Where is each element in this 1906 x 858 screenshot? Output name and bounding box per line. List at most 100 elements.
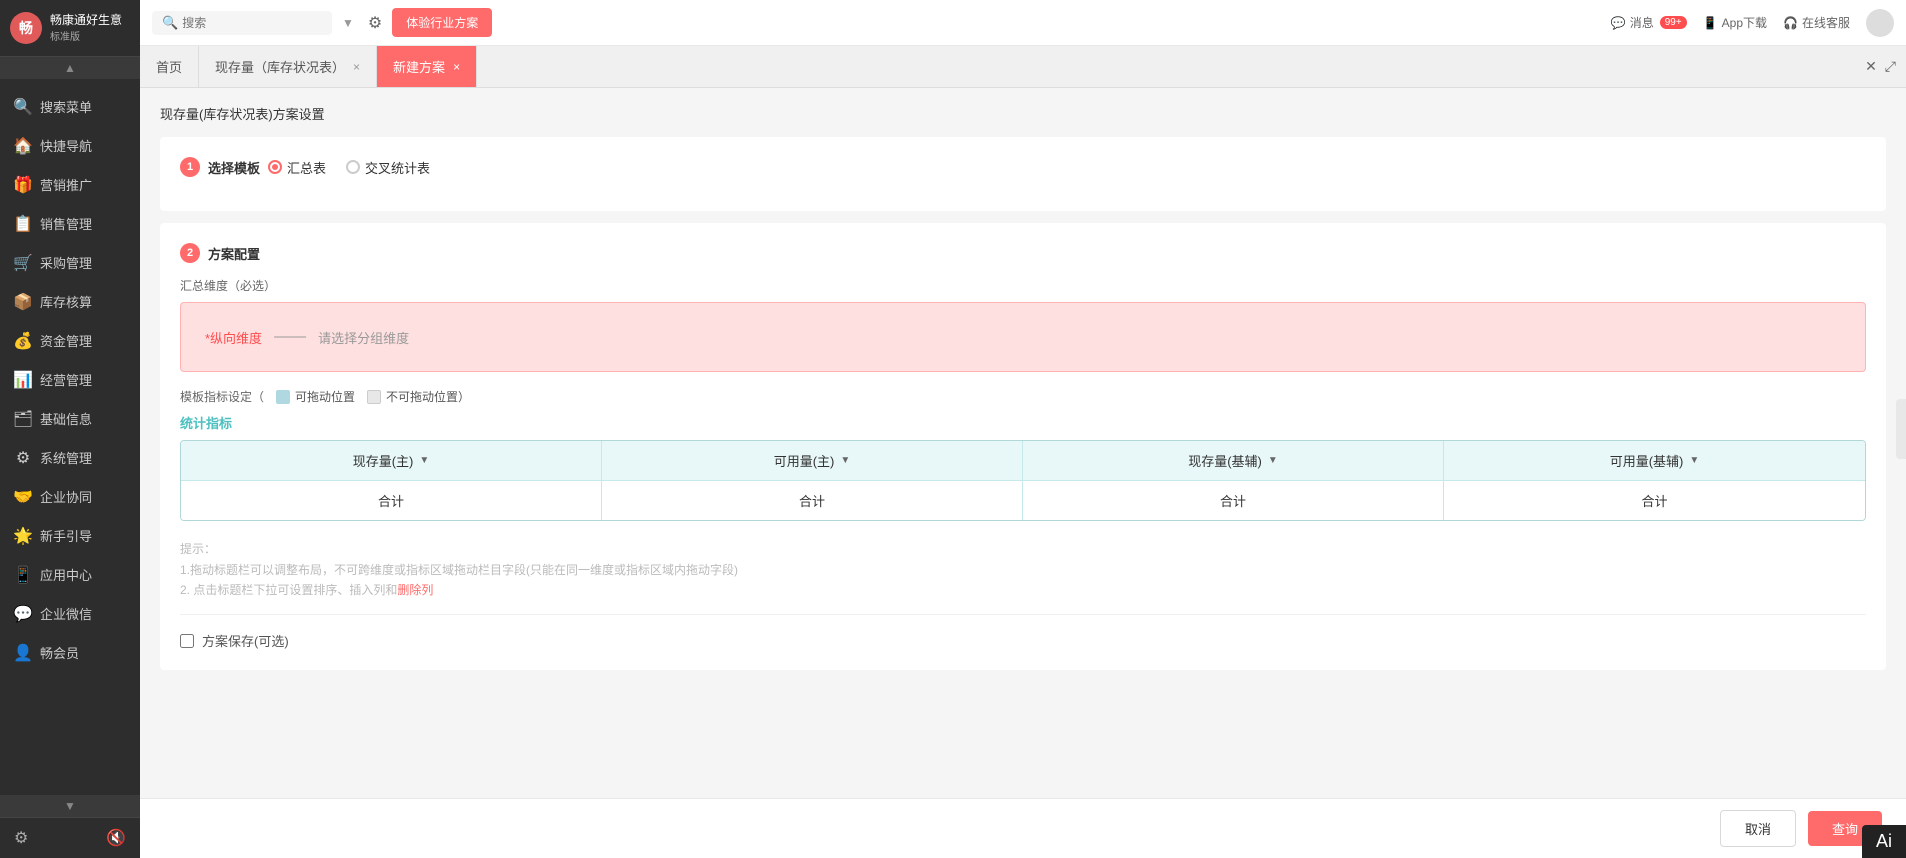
stats-col-2-chevron[interactable]: ▼ [1268, 455, 1278, 466]
dimension-required-mark: *纵向维度 [205, 328, 262, 347]
sidebar-icon-basic-info: 🗂 [14, 410, 32, 428]
sidebar-item-app-center[interactable]: 📱应用中心 [0, 555, 140, 594]
dimension-box[interactable]: *纵向维度 —— 请选择分组维度 [180, 302, 1866, 372]
topbar: 🔍 ▼ ⚙ 体验行业方案 💬 消息 99+ 📱 App下载 🎧 在线客服 [140, 0, 1906, 46]
ai-badge[interactable]: Ai [1862, 825, 1906, 858]
indicator-settings-row: 模板指标设定（ 可拖动位置 不可拖动位置） [180, 388, 1866, 405]
topbar-chevron-icon[interactable]: ▼ [342, 16, 354, 30]
tips-title: 提示： [180, 540, 1866, 557]
non-draggable-label: 不可拖动位置） [386, 388, 470, 405]
stats-col-3-label: 可用量(基辅) [1610, 451, 1684, 470]
draggable-label: 可拖动位置 [295, 388, 355, 405]
sidebar-item-newbie[interactable]: 🌟新手引导 [0, 516, 140, 555]
dimension-separator: —— [274, 328, 306, 346]
stats-table: 现存量(主)▼可用量(主)▼现存量(基辅)▼可用量(基辅)▼ 合计合计合计合计 [180, 440, 1866, 521]
sidebar-label-basic-info: 基础信息 [40, 409, 92, 428]
tab-inventory-close-icon[interactable]: × [353, 60, 360, 74]
search-icon: 🔍 [162, 15, 178, 31]
sidebar-label-wechat: 企业微信 [40, 604, 92, 623]
online-service-group[interactable]: 🎧 在线客服 [1783, 14, 1850, 31]
tab-inventory-label: 现存量（库存状况表） [215, 57, 345, 76]
sidebar-icon-finance: 💰 [14, 332, 32, 350]
stats-col-0-header[interactable]: 现存量(主)▼ [181, 441, 602, 480]
radio-cross[interactable]: 交叉统计表 [346, 158, 430, 177]
tips-highlight: 删除列 [397, 583, 433, 597]
stats-col-2-header[interactable]: 现存量(基辅) ▼ [1023, 441, 1444, 480]
message-group[interactable]: 💬 消息 99+ [1611, 14, 1687, 31]
sidebar-label-app-center: 应用中心 [40, 565, 92, 584]
search-input[interactable] [182, 16, 312, 30]
step1-num: 1 [180, 157, 200, 177]
sidebar-item-purchase[interactable]: 🛒采购管理 [0, 243, 140, 282]
stats-col-1-chevron[interactable]: ▼ [840, 455, 850, 466]
sidebar-item-inventory[interactable]: 📦库存核算 [0, 282, 140, 321]
logo-badge: 标准版 [50, 28, 122, 43]
stats-table-header: 现存量(主)▼ 可用量(主) ▼ 现存量(基辅) ▼ 可用量(基辅) ▼ [181, 441, 1865, 480]
sidebar-item-search-menu[interactable]: 🔍搜索菜单 [0, 87, 140, 126]
sidebar-item-operation[interactable]: 📊经营管理 [0, 360, 140, 399]
sidebar-icon-wechat: 💬 [14, 605, 32, 623]
user-avatar[interactable] [1866, 9, 1894, 37]
step2-title: 方案配置 [208, 244, 260, 263]
tab-close-all-icon[interactable]: ✕ [1865, 58, 1877, 75]
app-download-group[interactable]: 📱 App下载 [1703, 14, 1767, 31]
sidebar-item-enterprise[interactable]: 🤝企业协同 [0, 477, 140, 516]
step1-label: 1 选择模板 汇总表 交叉统计表 [180, 157, 1866, 177]
cancel-button[interactable]: 取消 [1720, 810, 1796, 847]
tab-fullscreen-icon[interactable]: ⤢ [1885, 58, 1896, 75]
dimension-placeholder: 请选择分组维度 [318, 328, 409, 347]
sidebar-item-finance[interactable]: 💰资金管理 [0, 321, 140, 360]
sidebar-label-search-menu: 搜索菜单 [40, 97, 92, 116]
tab-new-plan-close-icon[interactable]: × [453, 60, 460, 74]
online-service-label: 在线客服 [1802, 14, 1850, 31]
save-checkbox[interactable] [180, 634, 194, 648]
save-label: 方案保存(可选) [202, 631, 289, 650]
right-slider[interactable] [1896, 399, 1906, 459]
sidebar-item-system[interactable]: ⚙系统管理 [0, 438, 140, 477]
non-draggable-toggle: 不可拖动位置） [367, 388, 470, 405]
sidebar-item-quick-nav[interactable]: 🏠快捷导航 [0, 126, 140, 165]
sidebar-icon-system: ⚙ [14, 449, 32, 467]
sidebar-item-marketing[interactable]: 🎁营销推广 [0, 165, 140, 204]
sidebar-sound-icon[interactable]: 🔇 [106, 828, 126, 848]
sidebar-label-marketing: 营销推广 [40, 175, 92, 194]
sidebar-scroll-down[interactable]: ▼ [0, 795, 140, 817]
radio-summary-label: 汇总表 [287, 158, 326, 177]
topbar-gear-icon[interactable]: ⚙ [368, 13, 382, 33]
draggable-toggle: 可拖动位置 [276, 388, 355, 405]
sidebar-settings-icon[interactable]: ⚙ [14, 828, 28, 848]
stats-col-1-label: 可用量(主) [774, 451, 835, 470]
content-area: 现存量(库存状况表)方案设置 1 选择模板 汇总表 交叉统计表 [140, 88, 1906, 798]
sidebar-item-basic-info[interactable]: 🗂 基础信息 [0, 399, 140, 438]
sidebar-icon-sales: 📋 [14, 215, 32, 233]
radio-summary[interactable]: 汇总表 [268, 158, 326, 177]
search-box[interactable]: 🔍 [152, 11, 332, 35]
sidebar-item-wechat[interactable]: 💬 企业微信 [0, 594, 140, 633]
stats-col-0-chevron[interactable]: ▼ [419, 455, 429, 466]
sidebar-icon-purchase: 🛒 [14, 254, 32, 272]
tab-new-plan[interactable]: 新建方案 × [377, 46, 477, 87]
tab-inventory-status[interactable]: 现存量（库存状况表） × [199, 46, 377, 87]
logo-icon: 畅 [10, 12, 42, 44]
stats-col-1-cell: 合计 [602, 481, 1023, 520]
sidebar-icon-inventory: 📦 [14, 293, 32, 311]
non-draggable-toggle-box [367, 390, 381, 404]
sidebar-nav: 🔍搜索菜单🏠快捷导航🎁营销推广📋销售管理🛒采购管理📦库存核算💰资金管理📊经营管理… [0, 79, 140, 795]
sidebar-label-operation: 经营管理 [40, 370, 92, 389]
template-radio-group: 汇总表 交叉统计表 [268, 158, 430, 177]
sidebar-item-sales[interactable]: 📋销售管理 [0, 204, 140, 243]
stats-col-2-label: 现存量(基辅) [1188, 451, 1262, 470]
trial-button[interactable]: 体验行业方案 [392, 8, 492, 37]
sidebar-scroll-up[interactable]: ▲ [0, 57, 140, 79]
stats-col-3-header[interactable]: 可用量(基辅) ▼ [1444, 441, 1865, 480]
step2-num: 2 [180, 243, 200, 263]
tab-home[interactable]: 首页 [140, 46, 199, 87]
summary-dimension-label: 汇总维度（必选） [180, 277, 1866, 294]
tab-home-label: 首页 [156, 57, 182, 76]
step1-card: 1 选择模板 汇总表 交叉统计表 [160, 137, 1886, 211]
sidebar-item-member[interactable]: 👤畅会员 [0, 633, 140, 672]
stats-col-3-chevron[interactable]: ▼ [1689, 455, 1699, 466]
tab-actions: ✕ ⤢ [1865, 58, 1906, 75]
app-download-icon: 📱 [1703, 16, 1718, 30]
stats-col-1-header[interactable]: 可用量(主) ▼ [602, 441, 1023, 480]
